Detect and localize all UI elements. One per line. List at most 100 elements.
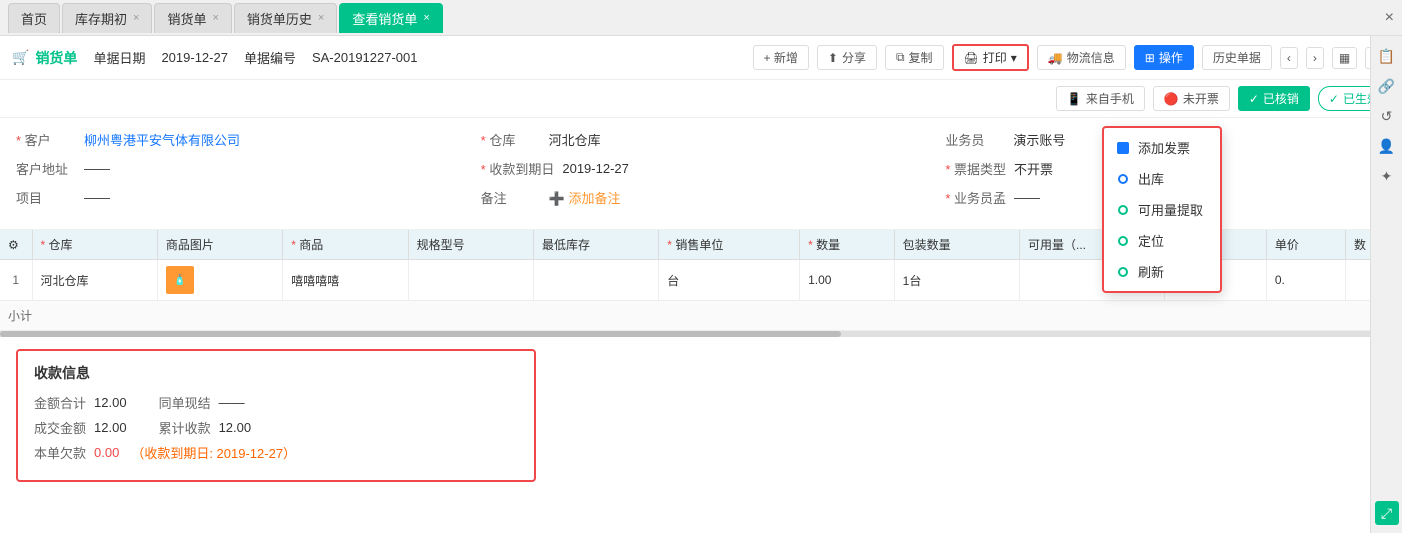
owed-item: 本单欠款 0.00 （收款到期日: 2019-12-27） bbox=[34, 443, 296, 462]
copy-button[interactable]: ⧉ 复制 bbox=[885, 45, 944, 70]
tab-view-sale-close[interactable]: × bbox=[423, 12, 429, 24]
ticket-type-label: 票据类型 bbox=[945, 159, 1006, 178]
print-dropdown-icon: ▾ bbox=[1011, 51, 1017, 65]
subtotal-cell: 小计 bbox=[0, 301, 1402, 331]
history-button[interactable]: 历史单据 bbox=[1202, 45, 1272, 70]
refresh-icon bbox=[1116, 265, 1130, 279]
share-icon: ⬆ bbox=[828, 51, 838, 65]
sidebar-icon-expand[interactable]: ⤢ bbox=[1375, 501, 1399, 525]
doc-meta: 单据日期 2019-12-27 单据编号 SA-20191227-001 bbox=[93, 48, 417, 67]
print-icon: 🖨 bbox=[964, 51, 979, 65]
payment-title: 收款信息 bbox=[34, 363, 518, 383]
col-pack-qty: 包装数量 bbox=[894, 230, 1019, 260]
tab-bar: 首页 库存期初 × 销货单 × 销货单历史 × 查看销货单 × × bbox=[0, 0, 1402, 36]
dropdown-location[interactable]: 定位 bbox=[1104, 225, 1220, 256]
doc-header: 🛒 销货单 单据日期 2019-12-27 单据编号 SA-20191227-0… bbox=[0, 36, 1402, 80]
logistics-icon: 🚚 bbox=[1048, 51, 1063, 65]
deal-amount-value: 12.00 bbox=[94, 420, 127, 435]
settlement-value: —— bbox=[219, 395, 245, 410]
doc-title: 🛒 销货单 bbox=[12, 48, 77, 68]
amount-item: 金额合计 12.00 bbox=[34, 393, 127, 412]
from-phone-button[interactable]: 📱 来自手机 bbox=[1056, 86, 1145, 111]
col-unit: * 销售单位 bbox=[659, 230, 800, 260]
sidebar-icon-3[interactable]: ↺ bbox=[1375, 104, 1399, 128]
customer-value[interactable]: 柳州粤港平安气体有限公司 bbox=[84, 130, 240, 149]
logistics-button[interactable]: 🚚 物流信息 bbox=[1037, 45, 1126, 70]
owed-label: 本单欠款 bbox=[34, 443, 86, 462]
row-unit: 台 bbox=[659, 260, 800, 301]
row-qty: 1.00 bbox=[800, 260, 895, 301]
due-date-value: 2019-12-27 bbox=[562, 161, 629, 176]
horizontal-scrollbar[interactable] bbox=[0, 331, 1402, 337]
row-warehouse: 河北仓库 bbox=[32, 260, 157, 301]
tab-history[interactable]: 销货单历史 × bbox=[234, 3, 337, 33]
col-spec: 规格型号 bbox=[408, 230, 533, 260]
address-value: —— bbox=[84, 161, 110, 176]
row-product: 嘻嘻嘻嘻 bbox=[283, 260, 408, 301]
tab-view-sale[interactable]: 查看销货单 × bbox=[339, 3, 442, 33]
col-warehouse: * 仓库 bbox=[32, 230, 157, 260]
sidebar-icon-4[interactable]: 👤 bbox=[1375, 134, 1399, 158]
check-icon: ✓ bbox=[1249, 92, 1259, 106]
dropdown-outbound[interactable]: 出库 bbox=[1104, 163, 1220, 194]
settlement-item: 同单现结 —— bbox=[159, 393, 245, 412]
address-label: 客户地址 bbox=[16, 159, 76, 178]
dropdown-add-invoice[interactable]: 添加发票 bbox=[1104, 132, 1220, 163]
deal-amount-label: 成交金额 bbox=[34, 418, 86, 437]
add-note-button[interactable]: ➕ 添加备注 bbox=[549, 188, 621, 207]
tab-view-sale-label: 查看销货单 bbox=[352, 9, 417, 28]
tab-sale-close[interactable]: × bbox=[212, 12, 218, 24]
not-open-ticket-button[interactable]: 🔴 未开票 bbox=[1153, 86, 1230, 111]
doc-title-text: 销货单 bbox=[35, 48, 77, 68]
print-button[interactable]: 🖨 打印 ▾ bbox=[952, 44, 1029, 71]
due-date-field: 收款到期日 2019-12-27 bbox=[481, 159, 922, 178]
tab-sale[interactable]: 销货单 × bbox=[154, 3, 231, 33]
dropdown-refresh[interactable]: 刷新 bbox=[1104, 256, 1220, 287]
sidebar-icon-2[interactable]: 🔗 bbox=[1375, 74, 1399, 98]
col-settings[interactable]: ⚙ bbox=[0, 230, 32, 260]
operate-icon: ⊞ bbox=[1145, 51, 1155, 65]
operate-button[interactable]: ⊞ 操作 bbox=[1134, 45, 1194, 70]
tab-inventory-close[interactable]: × bbox=[133, 12, 139, 24]
share-button[interactable]: ⬆ 分享 bbox=[817, 45, 877, 70]
doc-icon: 🛒 bbox=[12, 49, 29, 66]
amount-label: 金额合计 bbox=[34, 393, 86, 412]
tab-history-close[interactable]: × bbox=[318, 12, 324, 24]
dropdown-available-extract[interactable]: 可用量提取 bbox=[1104, 194, 1220, 225]
payment-row-2: 成交金额 12.00 累计收款 12.00 bbox=[34, 418, 518, 437]
customer-field: 客户 柳州粤港平安气体有限公司 bbox=[16, 130, 457, 149]
main-content: 🛒 销货单 单据日期 2019-12-27 单据编号 SA-20191227-0… bbox=[0, 36, 1402, 533]
copy-icon: ⧉ bbox=[896, 50, 905, 65]
sidebar-icon-5[interactable]: ✦ bbox=[1375, 164, 1399, 188]
payment-row-3: 本单欠款 0.00 （收款到期日: 2019-12-27） bbox=[34, 443, 518, 462]
row-spec bbox=[408, 260, 533, 301]
window-close-button[interactable]: × bbox=[1385, 9, 1394, 27]
sidebar-icon-1[interactable]: 📋 bbox=[1375, 44, 1399, 68]
product-image: 🧴 bbox=[166, 266, 194, 294]
due-note: （收款到期日: 2019-12-27） bbox=[131, 443, 296, 462]
prev-button[interactable]: ‹ bbox=[1280, 47, 1298, 69]
grid-view-button[interactable]: ▦ bbox=[1332, 47, 1357, 69]
col-qty: * 数量 bbox=[800, 230, 895, 260]
ticket-icon: 🔴 bbox=[1164, 92, 1179, 106]
col-product: * 商品 bbox=[283, 230, 408, 260]
address-field: 客户地址 —— bbox=[16, 159, 457, 178]
next-button[interactable]: › bbox=[1306, 47, 1324, 69]
tab-inventory[interactable]: 库存期初 × bbox=[62, 3, 152, 33]
customer-label: 客户 bbox=[16, 130, 76, 149]
tab-home[interactable]: 首页 bbox=[8, 3, 60, 33]
new-button[interactable]: + 新增 bbox=[753, 45, 809, 70]
amount-value: 12.00 bbox=[94, 395, 127, 410]
scroll-thumb bbox=[0, 331, 841, 337]
action-row: 📱 来自手机 🔴 未开票 ✓ 已核销 ✓ 已生效 bbox=[0, 80, 1402, 118]
toolbar: + 新增 ⬆ 分享 ⧉ 复制 🖨 打印 ▾ 🚚 物流信息 bbox=[753, 44, 1390, 71]
dropdown-menu: 添加发票 出库 可用量提取 定位 bbox=[1102, 126, 1222, 293]
sales-staff-label: 业务员孟 bbox=[945, 188, 1006, 207]
due-date-label: 收款到期日 bbox=[481, 159, 555, 178]
payment-row-1: 金额合计 12.00 同单现结 —— bbox=[34, 393, 518, 412]
warehouse-field: 仓库 河北仓库 bbox=[481, 130, 922, 149]
row-image: 🧴 bbox=[157, 260, 282, 301]
note-field: 备注 ➕ 添加备注 bbox=[481, 188, 922, 207]
ticket-type-value: 不开票 bbox=[1014, 159, 1053, 178]
check-button[interactable]: ✓ 已核销 bbox=[1238, 86, 1310, 111]
